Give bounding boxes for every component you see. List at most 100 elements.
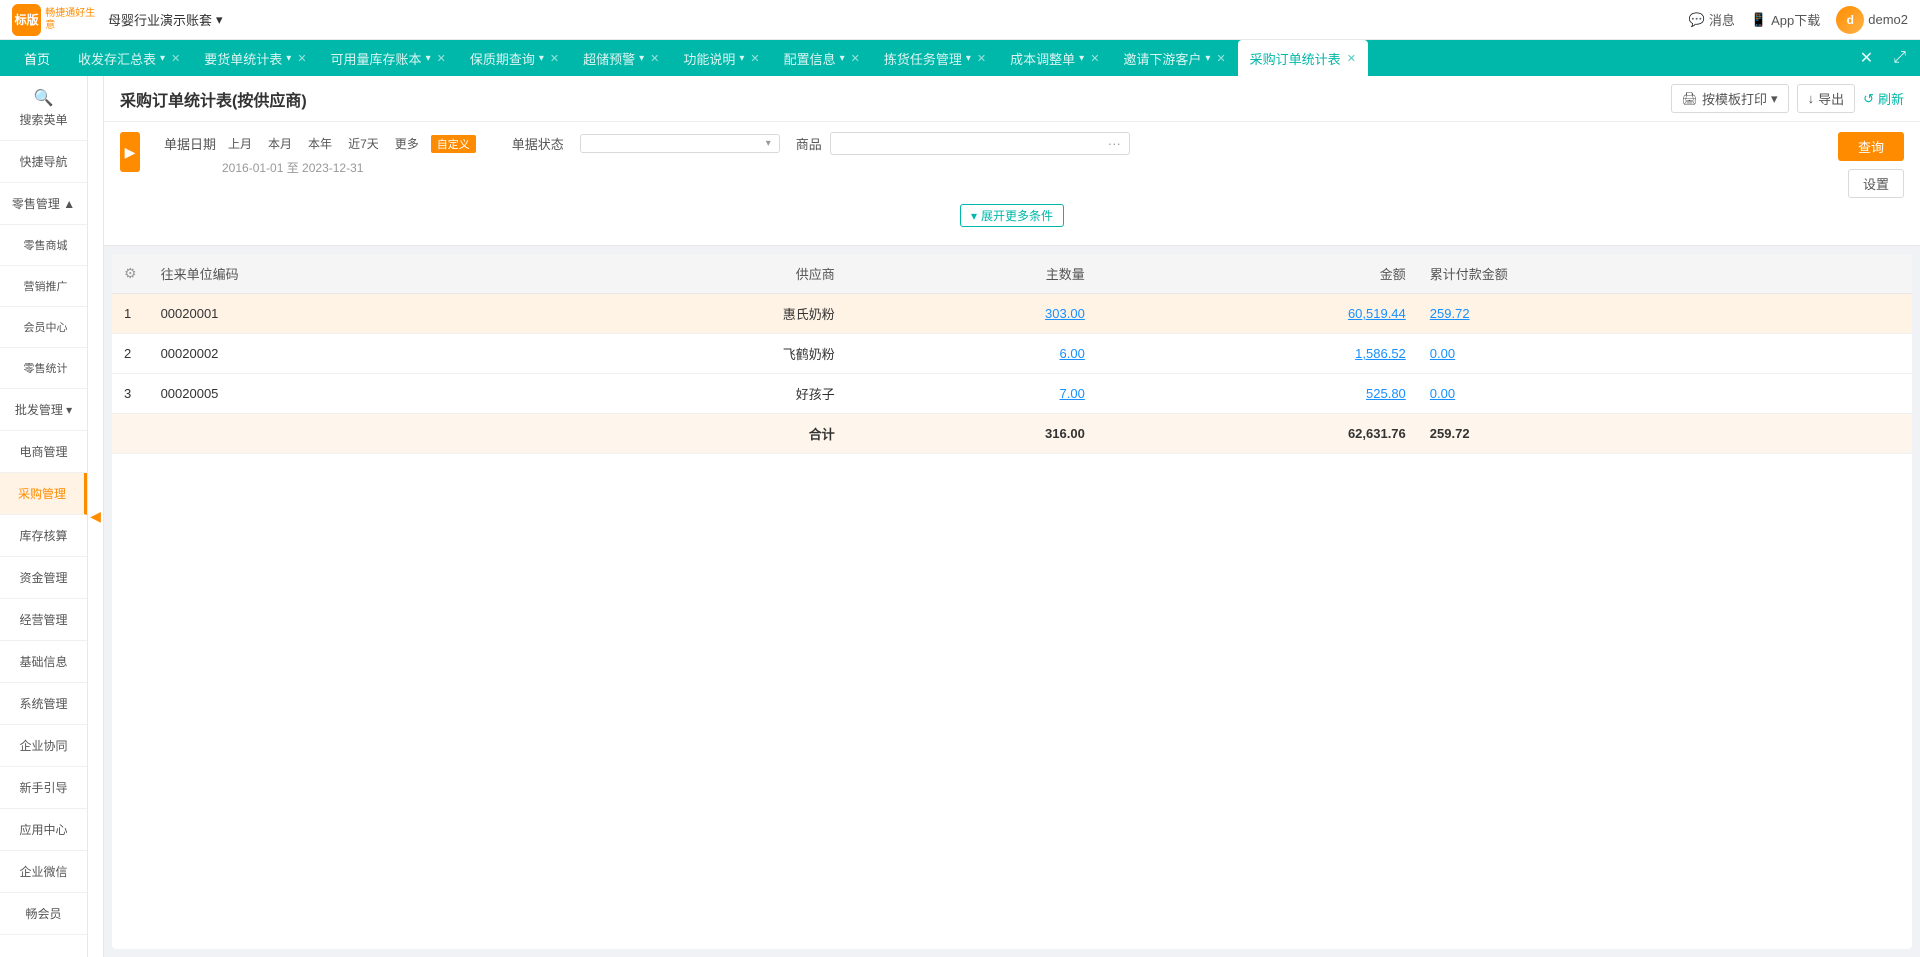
tab-chaochuyujing-label: 超储预警 — [583, 49, 635, 68]
tab-home[interactable]: 首页 — [8, 40, 66, 76]
sidebar-item-appcenter[interactable]: 应用中心 — [0, 809, 87, 851]
shortcut-7days[interactable]: 近7天 — [344, 134, 383, 153]
sidebar-item-system[interactable]: 系统管理 — [0, 683, 87, 725]
goods-select[interactable]: ··· — [830, 132, 1130, 155]
filter-toggle[interactable]: ▶ — [120, 132, 140, 172]
print-button[interactable]: 🖨 按模板打印 ▾ — [1671, 84, 1789, 113]
table-settings-icon[interactable]: ⚙ — [124, 265, 137, 281]
tab-chengben[interactable]: 成本调整单 ▾ ✕ — [998, 40, 1111, 76]
tab-close9[interactable]: ✕ — [1090, 52, 1099, 65]
tab-baozhi[interactable]: 保质期查询 ▾ ✕ — [458, 40, 571, 76]
sidebar-item-wechat[interactable]: 企业微信 — [0, 851, 87, 893]
tab-close3[interactable]: ✕ — [437, 52, 446, 65]
retail-stat-label: 零售统计 — [8, 360, 83, 376]
sidebar-item-shortcut[interactable]: 快捷导航 — [0, 141, 87, 183]
tab-keyongliang[interactable]: 可用量库存账本 ▾ ✕ — [319, 40, 458, 76]
sidebar-item-retail-shop[interactable]: 零售商城 — [0, 225, 87, 266]
sidebar-item-marketing[interactable]: 营销推广 — [0, 266, 87, 307]
retail-shop-label: 零售商城 — [8, 237, 83, 253]
sidebar: 🔍 搜索英单 快捷导航 零售管理 ▲ 零售商城 营销推广 会员中心 零售统计 批… — [0, 76, 88, 957]
tab-close5[interactable]: ✕ — [650, 52, 659, 65]
tab-chaochuyujing[interactable]: 超储预警 ▾ ✕ — [571, 40, 671, 76]
app-download-btn[interactable]: 📱 App下载 — [1751, 10, 1820, 29]
filter-collapse-btn[interactable]: ▶ — [120, 132, 140, 172]
message-btn[interactable]: 💬 消息 — [1689, 10, 1735, 29]
status-select-arrow: ▾ — [766, 138, 771, 149]
sidebar-toggle[interactable]: ◀ — [88, 76, 104, 957]
tab-caigou-label: 采购订单统计表 — [1250, 49, 1341, 68]
tab-gongneng-label: 功能说明 — [683, 49, 735, 68]
user-menu[interactable]: d demo2 — [1836, 6, 1908, 34]
custom-date-badge[interactable]: 自定义 — [431, 135, 476, 153]
qty-link2[interactable]: 6.00 — [1060, 346, 1085, 361]
status-select[interactable]: ▾ — [580, 134, 780, 153]
tab-shoufacun[interactable]: 收发存汇总表 ▾ ✕ — [66, 40, 192, 76]
sidebar-item-finance[interactable]: 资金管理 — [0, 557, 87, 599]
tab-jianhuo[interactable]: 拣货任务管理 ▾ ✕ — [872, 40, 998, 76]
row-paid: 0.00 — [1418, 374, 1818, 414]
workspace-selector[interactable]: 母婴行业演示账套 ▾ — [108, 10, 227, 29]
nav-maximize-btn[interactable]: ⤢ — [1887, 47, 1912, 69]
sidebar-item-ecommerce[interactable]: 电商管理 — [0, 431, 87, 473]
paid-link2[interactable]: 0.00 — [1430, 346, 1455, 361]
refresh-button[interactable]: ↺ 刷新 — [1863, 89, 1904, 108]
shortcut-more[interactable]: 更多 — [391, 134, 423, 153]
sidebar-item-search[interactable]: 🔍 搜索英单 — [0, 76, 87, 141]
export-icon: ↓ — [1808, 91, 1815, 106]
avatar-initials: d — [1847, 13, 1854, 27]
export-button[interactable]: ↓ 导出 — [1797, 84, 1856, 113]
tab-yaoqing[interactable]: 邀请下游客户 ▾ ✕ — [1111, 40, 1237, 76]
paid-link[interactable]: 259.72 — [1430, 306, 1470, 321]
tab-peizhi[interactable]: 配置信息 ▾ ✕ — [772, 40, 872, 76]
logo-icon: 标版 — [12, 4, 41, 36]
tab-close4[interactable]: ✕ — [550, 52, 559, 65]
date-filter-label: 单据日期 — [164, 134, 216, 153]
tab-close8[interactable]: ✕ — [977, 52, 986, 65]
tab-caigou-active[interactable]: 采购订单统计表 ✕ — [1238, 40, 1368, 76]
sidebar-item-member[interactable]: 会员中心 — [0, 307, 87, 348]
tab-close7[interactable]: ✕ — [851, 52, 860, 65]
sidebar-item-enterprise[interactable]: 企业协同 — [0, 725, 87, 767]
settings-button[interactable]: 设置 — [1848, 169, 1904, 198]
shortcut-this-month[interactable]: 本月 — [264, 134, 296, 153]
sidebar-item-retail-stat[interactable]: 零售统计 — [0, 348, 87, 389]
shortcut-last-month[interactable]: 上月 — [224, 134, 256, 153]
tab-arrow9: ▾ — [1079, 53, 1084, 64]
table-footer-row: 合计 316.00 62,631.76 259.72 — [112, 414, 1912, 454]
status-filter-group: 单据状态 ▾ — [512, 134, 780, 153]
amount-link[interactable]: 60,519.44 — [1348, 306, 1406, 321]
inventory-label: 库存核算 — [4, 527, 83, 544]
col-amount: 金额 — [1097, 254, 1418, 294]
amount-link3[interactable]: 525.80 — [1366, 386, 1406, 401]
paid-link3[interactable]: 0.00 — [1430, 386, 1455, 401]
goods-more-icon[interactable]: ··· — [1108, 136, 1121, 151]
tab-close6[interactable]: ✕ — [750, 52, 759, 65]
print-icon: 🖨 — [1682, 91, 1699, 107]
amount-link2[interactable]: 1,586.52 — [1355, 346, 1406, 361]
sidebar-item-purchase[interactable]: 采购管理 — [0, 473, 87, 515]
sidebar-item-basic[interactable]: 基础信息 — [0, 641, 87, 683]
nav-tabs: 首页 收发存汇总表 ▾ ✕ 要货单统计表 ▾ ✕ 可用量库存账本 ▾ ✕ 保质期… — [0, 40, 1920, 76]
tab-close-active[interactable]: ✕ — [1347, 52, 1356, 65]
sidebar-item-operations[interactable]: 经营管理 — [0, 599, 87, 641]
sidebar-item-inventory[interactable]: 库存核算 — [0, 515, 87, 557]
sidebar-item-vip[interactable]: 畅会员 — [0, 893, 87, 935]
tab-gongneng[interactable]: 功能说明 ▾ ✕ — [671, 40, 771, 76]
sidebar-item-retail[interactable]: 零售管理 ▲ — [0, 183, 87, 225]
nav-close-btn[interactable]: ✕ — [1854, 46, 1879, 70]
tab-close10[interactable]: ✕ — [1216, 52, 1225, 65]
filter-row-2: 2016-01-01 至 2023-12-31 — [164, 159, 1822, 176]
shortcut-this-year[interactable]: 本年 — [304, 134, 336, 153]
row-code: 00020001 — [149, 294, 549, 334]
tab-jianhuo-label: 拣货任务管理 — [884, 49, 962, 68]
expand-conditions-btn[interactable]: ▾ 展开更多条件 — [960, 204, 1064, 227]
qty-link3[interactable]: 7.00 — [1060, 386, 1085, 401]
tab-yaohuo[interactable]: 要货单统计表 ▾ ✕ — [192, 40, 318, 76]
search-button[interactable]: 查询 — [1838, 132, 1904, 161]
sidebar-item-wholesale[interactable]: 批发管理 ▾ — [0, 389, 87, 431]
tab-close2[interactable]: ✕ — [297, 52, 306, 65]
vip-label: 畅会员 — [4, 905, 83, 922]
qty-link[interactable]: 303.00 — [1045, 306, 1085, 321]
tab-close[interactable]: ✕ — [171, 52, 180, 65]
sidebar-item-guide[interactable]: 新手引导 — [0, 767, 87, 809]
